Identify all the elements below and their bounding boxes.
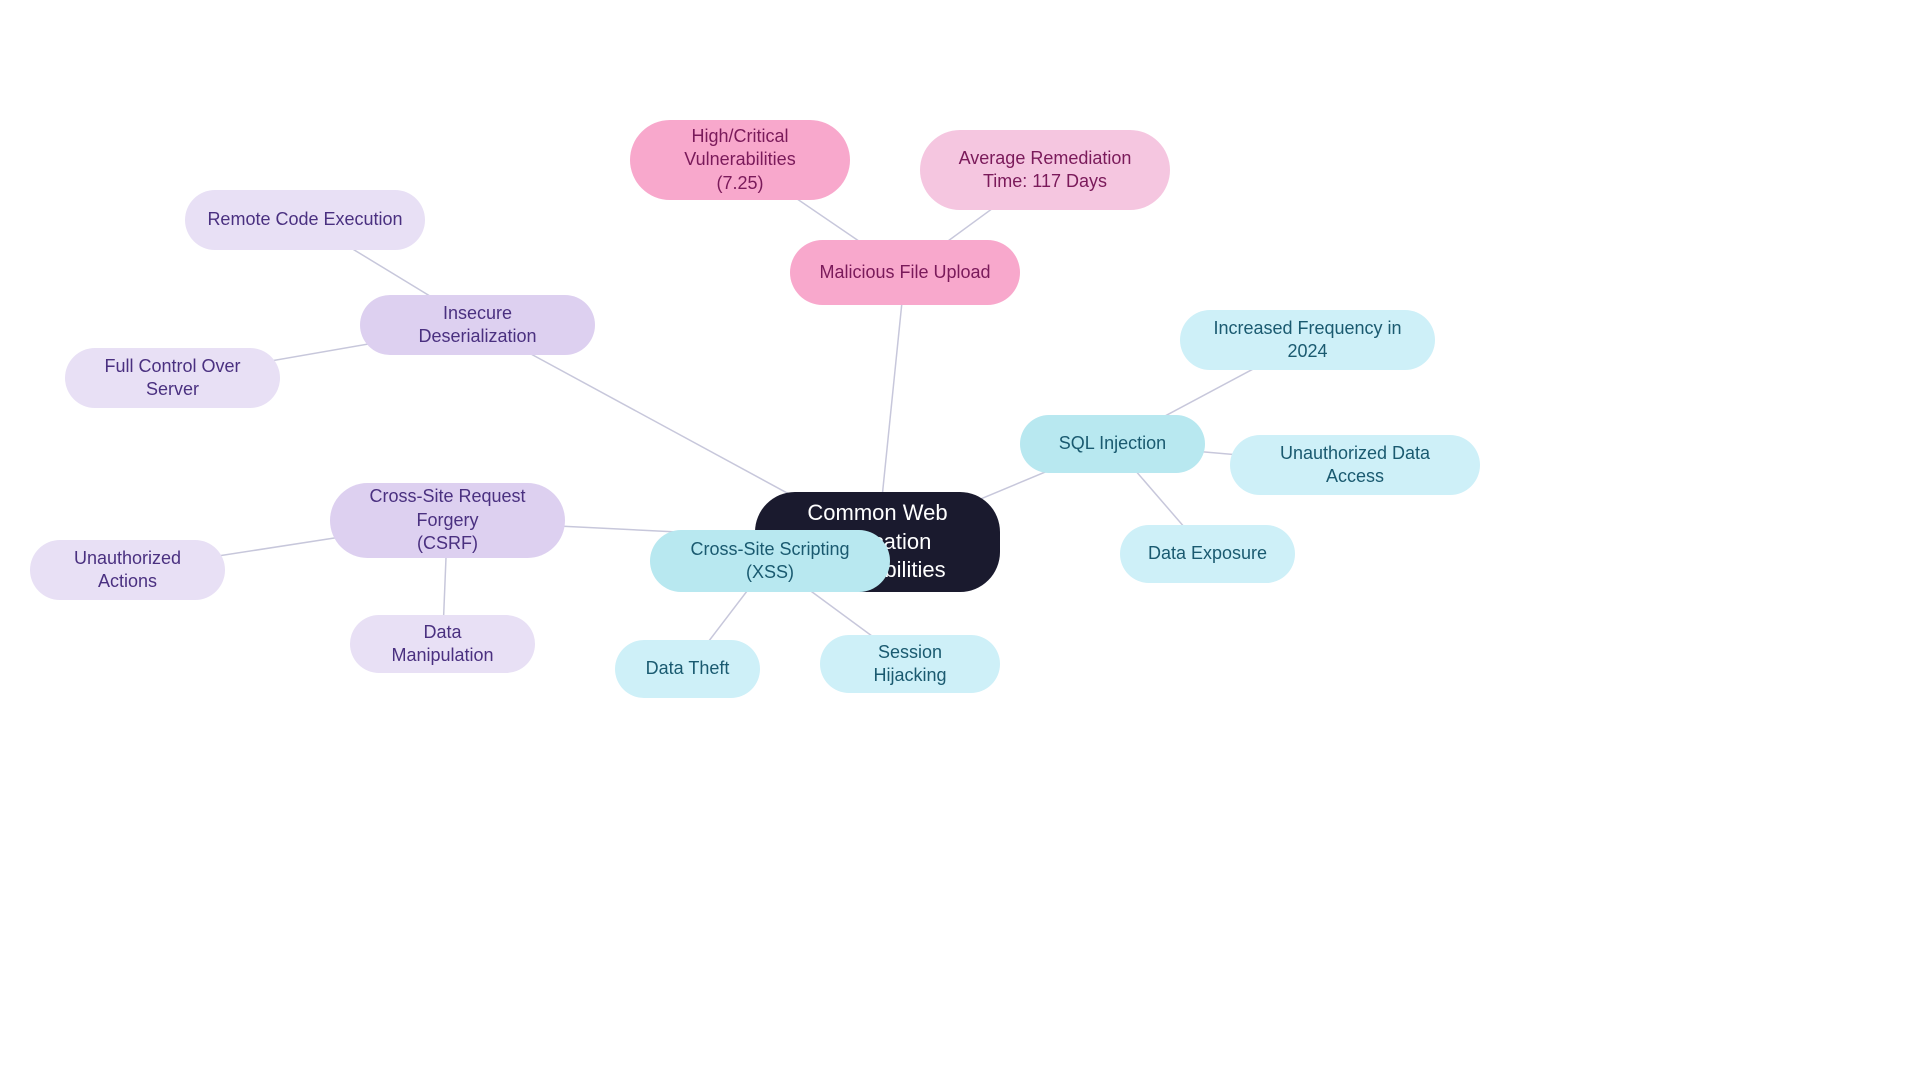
remote-code-label: Remote Code Execution <box>207 208 402 231</box>
node-malicious-file: Malicious File Upload <box>790 240 1020 305</box>
node-unauthorized-data: Unauthorized Data Access <box>1230 435 1480 495</box>
node-csrf: Cross-Site Request Forgery (CSRF) <box>330 483 565 558</box>
node-sql-injection: SQL Injection <box>1020 415 1205 473</box>
malicious-file-label: Malicious File Upload <box>819 261 990 284</box>
node-insecure-deser: Insecure Deserialization <box>360 295 595 355</box>
node-full-control: Full Control Over Server <box>65 348 280 408</box>
node-remote-code: Remote Code Execution <box>185 190 425 250</box>
node-increased-freq: Increased Frequency in 2024 <box>1180 310 1435 370</box>
xss-label: Cross-Site Scripting (XSS) <box>672 538 868 585</box>
node-avg-remediation: Average Remediation Time: 117 Days <box>920 130 1170 210</box>
node-data-exposure: Data Exposure <box>1120 525 1295 583</box>
csrf-label: Cross-Site Request Forgery (CSRF) <box>352 485 543 555</box>
increased-freq-label: Increased Frequency in 2024 <box>1202 317 1413 364</box>
avg-remediation-label: Average Remediation Time: 117 Days <box>942 147 1148 194</box>
node-session-hijacking: Session Hijacking <box>820 635 1000 693</box>
node-xss: Cross-Site Scripting (XSS) <box>650 530 890 592</box>
data-manipulation-label: Data Manipulation <box>372 621 513 668</box>
unauthorized-data-label: Unauthorized Data Access <box>1252 442 1458 489</box>
unauthorized-actions-label: Unauthorized Actions <box>52 547 203 594</box>
data-theft-label: Data Theft <box>646 657 730 680</box>
node-high-critical: High/Critical Vulnerabilities (7.25) <box>630 120 850 200</box>
node-unauthorized-actions: Unauthorized Actions <box>30 540 225 600</box>
node-data-manipulation: Data Manipulation <box>350 615 535 673</box>
sql-injection-label: SQL Injection <box>1059 432 1166 455</box>
full-control-label: Full Control Over Server <box>87 355 258 402</box>
insecure-deser-label: Insecure Deserialization <box>382 302 573 349</box>
session-hijacking-label: Session Hijacking <box>842 641 978 688</box>
node-data-theft: Data Theft <box>615 640 760 698</box>
high-critical-label: High/Critical Vulnerabilities (7.25) <box>652 125 828 195</box>
data-exposure-label: Data Exposure <box>1148 542 1267 565</box>
